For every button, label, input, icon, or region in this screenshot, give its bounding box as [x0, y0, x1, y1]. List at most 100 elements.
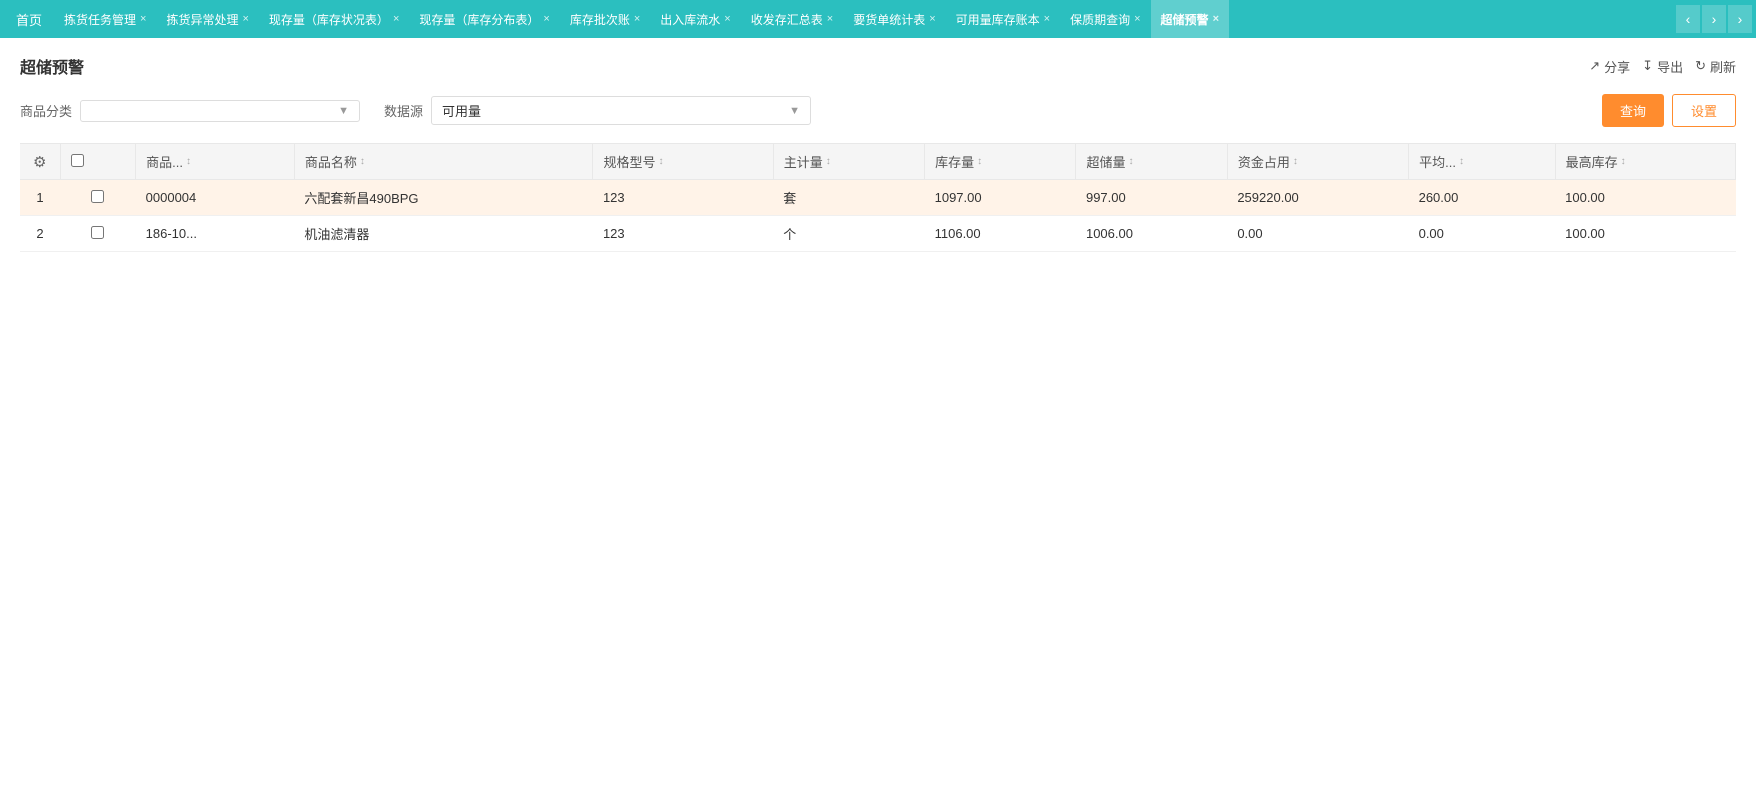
table-row: 2 186-10... 机油滤清器 123 个 1106.00 1006.00 …: [20, 216, 1736, 252]
sort-icon-product-code: ↕: [186, 156, 191, 167]
th-capital[interactable]: 资金占用 ↕: [1227, 144, 1408, 180]
nav-tab-label-7: 要货单统计表: [853, 11, 925, 28]
cell-product-code: 0000004: [136, 180, 295, 216]
cell-spec: 123: [593, 180, 773, 216]
nav-tab-9[interactable]: 保质期查询 ×: [1060, 0, 1150, 38]
row-checkbox[interactable]: [91, 190, 104, 203]
header-actions: ↗ 分享 ↧ 导出 ↻ 刷新: [1589, 57, 1736, 76]
th-avg[interactable]: 平均... ↕: [1409, 144, 1556, 180]
cell-unit: 套: [773, 180, 924, 216]
category-select[interactable]: ▼: [80, 100, 360, 122]
nav-tab-3[interactable]: 现存量（库存分布表） ×: [409, 0, 559, 38]
nav-tab-close-8[interactable]: ×: [1044, 13, 1050, 25]
nav-tab-close-3[interactable]: ×: [543, 13, 549, 25]
refresh-label: 刷新: [1710, 57, 1736, 76]
nav-tab-close-7[interactable]: ×: [929, 13, 935, 25]
nav-tab-label-0: 拣货任务管理: [64, 11, 136, 28]
nav-tab-8[interactable]: 可用量库存账本 ×: [946, 0, 1060, 38]
cell-overstock: 997.00: [1076, 180, 1227, 216]
settings-button[interactable]: 设置: [1672, 94, 1736, 127]
cell-spec: 123: [593, 216, 773, 252]
page-title: 超储预警: [20, 54, 84, 78]
nav-tab-2[interactable]: 现存量（库存状况表） ×: [259, 0, 409, 38]
data-table: ⚙ 商品... ↕ 商品名称 ↕: [20, 143, 1736, 252]
row-checkbox-cell[interactable]: [60, 216, 136, 252]
th-overstock[interactable]: 超储量 ↕: [1076, 144, 1227, 180]
nav-tab-close-10[interactable]: ×: [1213, 13, 1219, 25]
nav-tab-close-6[interactable]: ×: [827, 13, 833, 25]
nav-tab-0[interactable]: 拣货任务管理 ×: [54, 0, 156, 38]
nav-tab-close-9[interactable]: ×: [1134, 13, 1140, 25]
nav-tab-close-4[interactable]: ×: [634, 13, 640, 25]
th-max-stock[interactable]: 最高库存 ↕: [1555, 144, 1735, 180]
th-stock-label: 库存量: [935, 152, 974, 171]
th-spec[interactable]: 规格型号 ↕: [593, 144, 773, 180]
th-avg-label: 平均...: [1419, 152, 1456, 171]
nav-more-button[interactable]: ›: [1728, 5, 1752, 33]
export-label: 导出: [1657, 57, 1683, 76]
cell-unit: 个: [773, 216, 924, 252]
nav-tab-5[interactable]: 出入库流水 ×: [650, 0, 740, 38]
category-label: 商品分类: [20, 101, 72, 120]
cell-avg: 0.00: [1409, 216, 1556, 252]
sort-icon-avg: ↕: [1459, 156, 1464, 167]
share-button[interactable]: ↗ 分享: [1589, 57, 1630, 76]
nav-arrows: ‹ › ›: [1676, 5, 1752, 33]
gear-icon[interactable]: ⚙: [33, 154, 46, 171]
nav-next-button[interactable]: ›: [1702, 5, 1726, 33]
cell-capital: 259220.00: [1227, 180, 1408, 216]
row-index: 2: [20, 216, 60, 252]
datasource-filter: 数据源 可用量 ▼: [384, 96, 811, 125]
sort-icon-overstock: ↕: [1128, 156, 1133, 167]
nav-tab-6[interactable]: 收发存汇总表 ×: [741, 0, 843, 38]
nav-tab-close-5[interactable]: ×: [724, 13, 730, 25]
share-icon: ↗: [1589, 58, 1600, 74]
th-stock[interactable]: 库存量 ↕: [925, 144, 1076, 180]
datasource-select[interactable]: 可用量 ▼: [431, 96, 811, 125]
table-body: 1 0000004 六配套新昌490BPG 123 套 1097.00 997.…: [20, 180, 1736, 252]
th-unit[interactable]: 主计量 ↕: [773, 144, 924, 180]
th-product-code-label: 商品...: [146, 152, 183, 171]
th-product-name-label: 商品名称: [305, 152, 357, 171]
select-all-checkbox[interactable]: [71, 154, 84, 167]
nav-tab-close-1[interactable]: ×: [242, 13, 248, 25]
top-nav: 首页 拣货任务管理 × 拣货异常处理 × 现存量（库存状况表） × 现存量（库存…: [0, 0, 1756, 38]
cell-max-stock: 100.00: [1555, 180, 1735, 216]
nav-tab-7[interactable]: 要货单统计表 ×: [843, 0, 945, 38]
th-product-code[interactable]: 商品... ↕: [136, 144, 295, 180]
chevron-down-icon-2: ▼: [789, 105, 800, 117]
th-settings[interactable]: ⚙: [20, 144, 60, 180]
query-button[interactable]: 查询: [1602, 94, 1664, 127]
datasource-value: 可用量: [442, 101, 481, 120]
row-checkbox[interactable]: [91, 226, 104, 239]
nav-tab-label-8: 可用量库存账本: [956, 11, 1040, 28]
row-index: 1: [20, 180, 60, 216]
nav-tab-label-6: 收发存汇总表: [751, 11, 823, 28]
nav-tab-4[interactable]: 库存批次账 ×: [560, 0, 650, 38]
table-row: 1 0000004 六配套新昌490BPG 123 套 1097.00 997.…: [20, 180, 1736, 216]
table-header-row: ⚙ 商品... ↕ 商品名称 ↕: [20, 144, 1736, 180]
nav-tab-10[interactable]: 超储预警 ×: [1151, 0, 1229, 38]
refresh-button[interactable]: ↻ 刷新: [1695, 57, 1736, 76]
share-label: 分享: [1604, 57, 1630, 76]
nav-tab-1[interactable]: 拣货异常处理 ×: [156, 0, 258, 38]
nav-home[interactable]: 首页: [4, 10, 54, 29]
sort-icon-stock: ↕: [977, 156, 982, 167]
category-filter: 商品分类 ▼: [20, 100, 360, 122]
cell-product-name: 六配套新昌490BPG: [294, 180, 593, 216]
sort-icon-capital: ↕: [1293, 156, 1298, 167]
th-checkbox: [60, 144, 136, 180]
sort-icon-spec: ↕: [658, 156, 663, 167]
sort-icon-unit: ↕: [826, 156, 831, 167]
nav-tab-label-1: 拣货异常处理: [166, 11, 238, 28]
export-button[interactable]: ↧ 导出: [1642, 57, 1683, 76]
th-product-name[interactable]: 商品名称 ↕: [294, 144, 593, 180]
nav-prev-button[interactable]: ‹: [1676, 5, 1700, 33]
th-spec-label: 规格型号: [603, 152, 655, 171]
sort-icon-max-stock: ↕: [1621, 156, 1626, 167]
nav-tab-close-2[interactable]: ×: [393, 13, 399, 25]
row-checkbox-cell[interactable]: [60, 180, 136, 216]
cell-avg: 260.00: [1409, 180, 1556, 216]
nav-tab-close-0[interactable]: ×: [140, 13, 146, 25]
cell-overstock: 1006.00: [1076, 216, 1227, 252]
